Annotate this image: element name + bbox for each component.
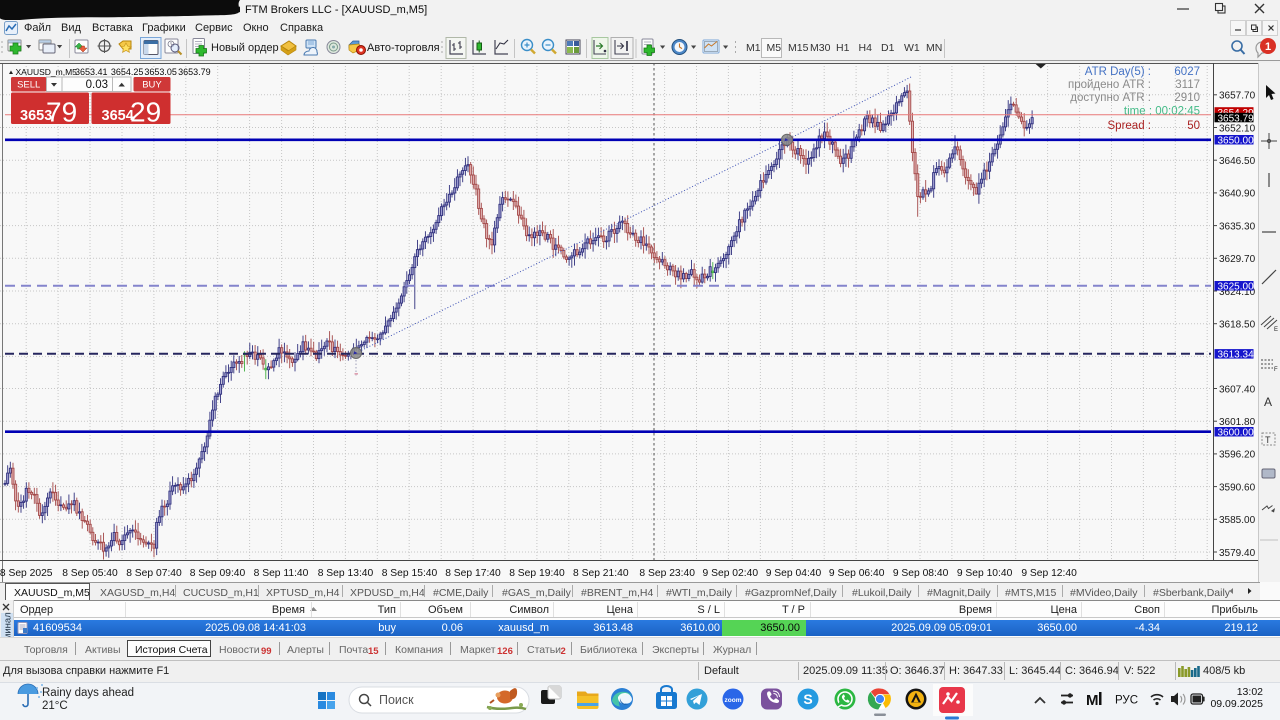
svg-text:ATR Day(5) :: ATR Day(5) : [1085,66,1151,78]
svg-text:8 Sep 05:40: 8 Sep 05:40 [62,568,118,579]
svg-text:8 Sep 15:40: 8 Sep 15:40 [382,568,438,579]
svg-text:79: 79 [46,97,77,128]
svg-text:РУС: РУС [1115,695,1138,707]
svg-text:29: 29 [130,97,161,128]
svg-text:3601.80: 3601.80 [1219,417,1256,428]
svg-text:Поиск: Поиск [379,693,414,707]
svg-text:3652.10: 3652.10 [1219,123,1256,134]
svg-text:3117: 3117 [1175,79,1200,91]
svg-text:3635.30: 3635.30 [1219,221,1256,232]
svg-text:9 Sep 12:40: 9 Sep 12:40 [1021,568,1077,579]
svg-text:3600.00: 3600.00 [1218,428,1255,439]
svg-text:3653.79: 3653.79 [1218,113,1255,124]
svg-text:A: A [1264,395,1272,409]
svg-text:zoom: zoom [725,697,742,704]
svg-text:9 Sep 10:40: 9 Sep 10:40 [957,568,1013,579]
svg-text:M: M [1086,692,1099,709]
svg-text:8 Sep 21:40: 8 Sep 21:40 [573,568,629,579]
svg-text:доступно ATR :: доступно ATR : [1070,92,1151,104]
svg-text:2910: 2910 [1174,92,1200,104]
svg-text:3653.41: 3653.41 [75,67,108,77]
svg-text:Spread :: Spread : [1108,120,1151,132]
svg-text:8 Sep 17:40: 8 Sep 17:40 [445,568,501,579]
svg-text:F: F [1274,367,1278,373]
svg-text:3657.70: 3657.70 [1219,91,1256,102]
svg-text:9 Sep 02:40: 9 Sep 02:40 [703,568,759,579]
svg-text:6027: 6027 [1174,66,1200,78]
svg-text:3654: 3654 [102,108,134,124]
svg-text:time : 00:02:45: time : 00:02:45 [1124,106,1200,118]
svg-text:8 Sep 19:40: 8 Sep 19:40 [509,568,565,579]
svg-text:21°C: 21°C [42,700,68,712]
svg-text:8 Sep 2025: 8 Sep 2025 [0,568,53,579]
svg-text:3596.20: 3596.20 [1219,450,1256,461]
svg-text:3653.79: 3653.79 [178,67,211,77]
svg-text:3590.60: 3590.60 [1219,482,1256,493]
svg-text:3653.05: 3653.05 [144,67,177,77]
svg-text:9 Sep 04:40: 9 Sep 04:40 [766,568,822,579]
svg-text:Rainy days ahead: Rainy days ahead [42,687,134,699]
svg-text:9 Sep 08:40: 9 Sep 08:40 [893,568,949,579]
svg-text:E: E [1274,327,1278,333]
svg-text:8 Sep 09:40: 8 Sep 09:40 [190,568,246,579]
svg-text:3640.90: 3640.90 [1219,189,1256,200]
svg-text:S: S [803,691,812,707]
svg-text:пройдено ATR :: пройдено ATR : [1068,79,1151,91]
svg-text:8 Sep 11:40: 8 Sep 11:40 [254,568,309,579]
svg-text:3650.00: 3650.00 [1218,136,1255,147]
svg-text:T: T [1265,435,1271,445]
svg-text:3618.50: 3618.50 [1219,320,1256,331]
svg-text:3646.50: 3646.50 [1219,156,1256,167]
svg-text:1: 1 [1265,41,1271,53]
svg-text:8 Sep 07:40: 8 Sep 07:40 [126,568,182,579]
svg-text:0.03: 0.03 [86,79,108,91]
svg-text:13:02: 13:02 [1237,686,1263,698]
svg-text:3579.40: 3579.40 [1219,548,1256,559]
svg-text:SELL: SELL [17,80,40,91]
svg-text:9 Sep 06:40: 9 Sep 06:40 [829,568,885,579]
svg-text:3625.00: 3625.00 [1218,282,1255,293]
svg-text:BUY: BUY [142,80,162,91]
svg-text:09.09.2025: 09.09.2025 [1210,698,1263,710]
svg-text:3654.25: 3654.25 [111,67,144,77]
svg-text:3607.40: 3607.40 [1219,384,1256,395]
svg-text:8 Sep 23:40: 8 Sep 23:40 [639,568,695,579]
svg-text:3585.00: 3585.00 [1219,515,1256,526]
svg-text:3613.34: 3613.34 [1218,350,1255,361]
svg-text:8 Sep 13:40: 8 Sep 13:40 [318,568,374,579]
svg-text:3629.70: 3629.70 [1219,254,1256,265]
svg-text:50: 50 [1187,120,1200,132]
svg-text:XAUUSD_m,M5: XAUUSD_m,M5 [16,67,78,77]
